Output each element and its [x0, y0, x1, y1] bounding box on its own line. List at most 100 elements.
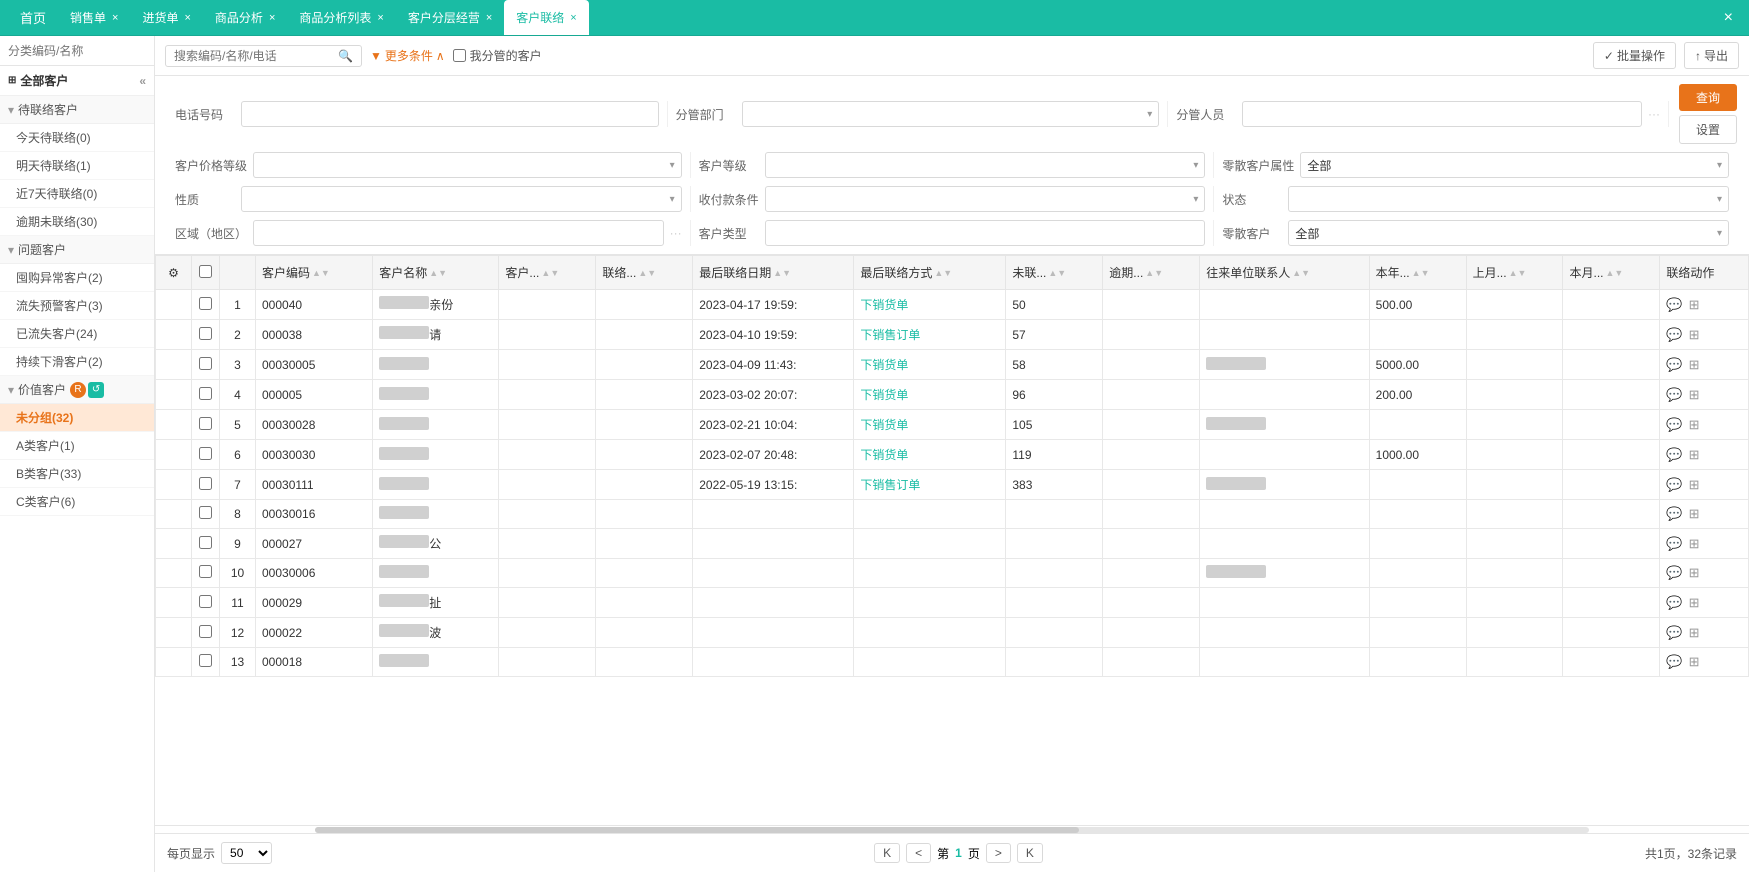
grid-action-icon[interactable]: ⊞	[1689, 387, 1700, 403]
tab-sales[interactable]: 销售单 ×	[58, 0, 130, 35]
tab-product-analysis[interactable]: 商品分析 ×	[203, 0, 287, 35]
sidebar-item-churn-warning[interactable]: 流失预警客户(3)	[0, 292, 154, 320]
last-method-link[interactable]: 下销售订单	[860, 478, 920, 492]
row-settings[interactable]	[156, 380, 192, 410]
grid-action-icon[interactable]: ⊞	[1689, 595, 1700, 611]
chat-icon[interactable]: 💬	[1666, 447, 1682, 463]
phone-input[interactable]	[241, 101, 659, 127]
page-size-select[interactable]: 50 100 200	[221, 842, 272, 864]
col-check-all[interactable]	[192, 256, 220, 290]
sidebar-group-value[interactable]: ▾ 价值客户 R ↺	[0, 376, 154, 404]
customer-level-select[interactable]: ▾	[765, 152, 1206, 178]
row-check[interactable]	[192, 350, 220, 380]
row-last-method[interactable]: 下销货单	[854, 440, 1006, 470]
col-no-contact[interactable]: 未联... ▲▼	[1006, 256, 1103, 290]
row-checkbox[interactable]	[199, 625, 212, 638]
row-check[interactable]	[192, 500, 220, 529]
col-this-year[interactable]: 本年... ▲▼	[1369, 256, 1466, 290]
chat-icon[interactable]: 💬	[1666, 387, 1682, 403]
col-name[interactable]: 客户名称 ▲▼	[373, 256, 499, 290]
row-check[interactable]	[192, 559, 220, 588]
row-checkbox[interactable]	[199, 536, 212, 549]
chat-icon[interactable]: 💬	[1666, 654, 1682, 670]
row-check[interactable]	[192, 380, 220, 410]
nature-select[interactable]: ▾	[241, 186, 682, 212]
chat-icon[interactable]: 💬	[1666, 357, 1682, 373]
col-settings[interactable]: ⚙	[156, 256, 192, 290]
payment-select[interactable]: ▾	[765, 186, 1206, 212]
col-contact[interactable]: 联络... ▲▼	[596, 256, 693, 290]
first-page-button[interactable]: K	[874, 843, 900, 863]
chat-icon[interactable]: 💬	[1666, 595, 1682, 611]
row-settings[interactable]	[156, 290, 192, 320]
prev-page-button[interactable]: <	[906, 843, 931, 863]
row-settings[interactable]	[156, 500, 192, 529]
grid-action-icon[interactable]: ⊞	[1689, 417, 1700, 433]
sidebar-item-abnormal[interactable]: 囤购异常客户(2)	[0, 264, 154, 292]
person-input[interactable]	[1242, 101, 1642, 127]
last-method-link[interactable]: 下销货单	[860, 388, 908, 402]
reset-button[interactable]: 设置	[1679, 115, 1737, 144]
sidebar-item-c-class[interactable]: C类客户(6)	[0, 488, 154, 516]
col-this-month[interactable]: 本月... ▲▼	[1563, 256, 1660, 290]
search-icon[interactable]: 🔍	[338, 49, 353, 63]
query-button[interactable]: 查询	[1679, 84, 1737, 111]
region-input[interactable]	[253, 220, 664, 246]
grid-action-icon[interactable]: ⊞	[1689, 506, 1700, 522]
row-settings[interactable]	[156, 320, 192, 350]
status-select[interactable]: ▾	[1288, 186, 1729, 212]
row-check[interactable]	[192, 290, 220, 320]
row-check[interactable]	[192, 470, 220, 500]
search-input[interactable]	[174, 49, 334, 63]
tab-home[interactable]: 首页	[8, 0, 58, 35]
check-all-checkbox[interactable]	[199, 265, 212, 278]
row-check[interactable]	[192, 648, 220, 677]
horizontal-scrollbar[interactable]	[315, 827, 1589, 833]
col-code[interactable]: 客户编码 ▲▼	[256, 256, 373, 290]
row-checkbox[interactable]	[199, 654, 212, 667]
chat-icon[interactable]: 💬	[1666, 477, 1682, 493]
last-page-button[interactable]: K	[1017, 843, 1043, 863]
grid-action-icon[interactable]: ⊞	[1689, 477, 1700, 493]
next-page-button[interactable]: >	[986, 843, 1011, 863]
grid-action-icon[interactable]: ⊞	[1689, 357, 1700, 373]
row-settings[interactable]	[156, 588, 192, 618]
retail-attr-select[interactable]: 全部 ▾	[1300, 152, 1729, 178]
chat-icon[interactable]: 💬	[1666, 506, 1682, 522]
row-checkbox[interactable]	[199, 595, 212, 608]
chat-icon[interactable]: 💬	[1666, 327, 1682, 343]
sidebar-group-pending[interactable]: ▾ 待联络客户	[0, 96, 154, 124]
row-settings[interactable]	[156, 618, 192, 648]
retail-customer-select[interactable]: 全部 ▾	[1288, 220, 1729, 246]
row-settings[interactable]	[156, 529, 192, 559]
sidebar-item-overdue-pending[interactable]: 逾期未联络(30)	[0, 208, 154, 236]
row-check[interactable]	[192, 588, 220, 618]
sidebar-item-tomorrow-pending[interactable]: 明天待联络(1)	[0, 152, 154, 180]
sidebar-item-today-pending[interactable]: 今天待联络(0)	[0, 124, 154, 152]
chat-icon[interactable]: 💬	[1666, 565, 1682, 581]
close-customer-segment-tab[interactable]: ×	[486, 12, 492, 24]
my-customers-checkbox[interactable]	[453, 49, 466, 62]
row-checkbox[interactable]	[199, 447, 212, 460]
filter-more-conditions[interactable]: ▼ 更多条件 ∧	[370, 47, 445, 64]
last-method-link[interactable]: 下销货单	[860, 358, 908, 372]
tab-purchase[interactable]: 进货单 ×	[130, 0, 202, 35]
close-product-analysis-list-tab[interactable]: ×	[377, 12, 383, 24]
row-checkbox[interactable]	[199, 417, 212, 430]
last-method-link[interactable]: 下销货单	[860, 298, 908, 312]
last-method-link[interactable]: 下销货单	[860, 418, 908, 432]
grid-action-icon[interactable]: ⊞	[1689, 327, 1700, 343]
row-check[interactable]	[192, 440, 220, 470]
row-last-method[interactable]: 下销货单	[854, 410, 1006, 440]
row-last-method[interactable]: 下销货单	[854, 350, 1006, 380]
col-last-month[interactable]: 上月... ▲▼	[1466, 256, 1563, 290]
row-settings[interactable]	[156, 350, 192, 380]
sidebar-item-a-class[interactable]: A类客户(1)	[0, 432, 154, 460]
close-purchase-tab[interactable]: ×	[184, 12, 190, 24]
row-check[interactable]	[192, 618, 220, 648]
chat-icon[interactable]: 💬	[1666, 417, 1682, 433]
grid-action-icon[interactable]: ⊞	[1689, 536, 1700, 552]
row-last-method[interactable]: 下销货单	[854, 290, 1006, 320]
row-settings[interactable]	[156, 648, 192, 677]
row-checkbox[interactable]	[199, 357, 212, 370]
